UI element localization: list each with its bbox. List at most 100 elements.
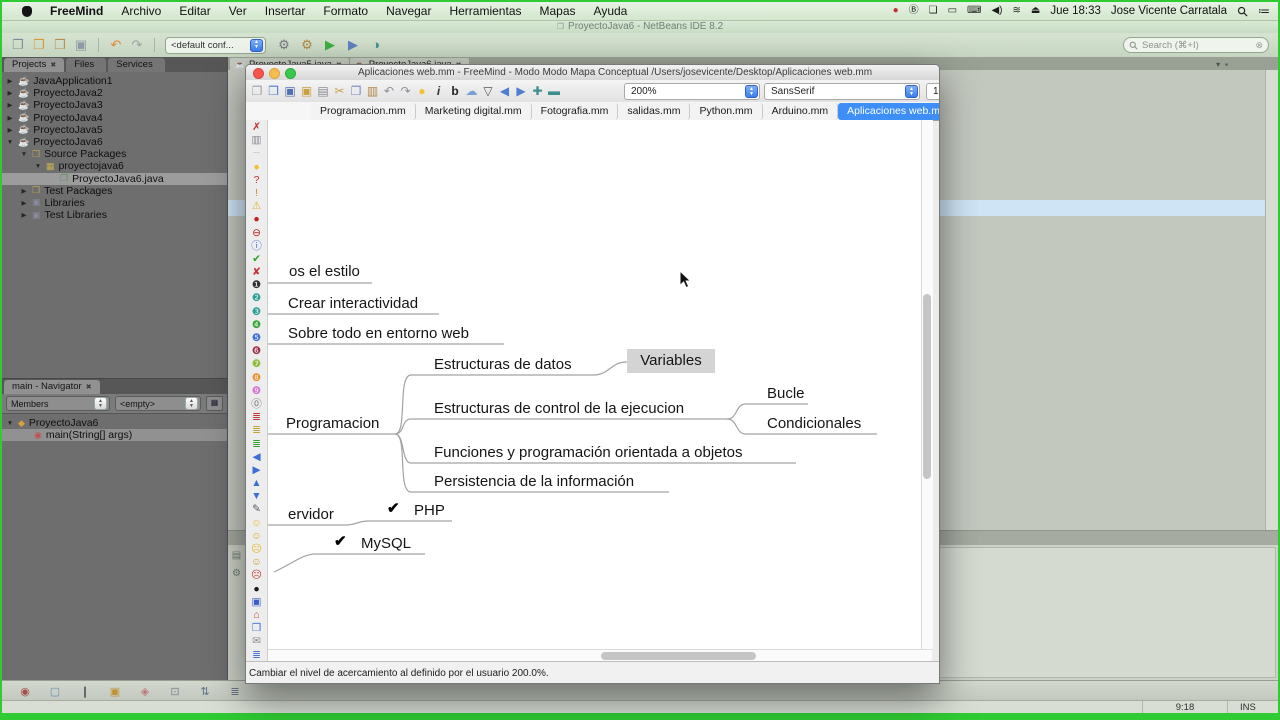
expander-icon[interactable]: ▶: [6, 114, 14, 122]
warning-icon[interactable]: ⚠: [246, 200, 267, 213]
undo-icon[interactable]: ↶: [383, 84, 395, 98]
debug-project-icon[interactable]: ▶: [346, 38, 360, 52]
expander-icon[interactable]: ▼: [6, 420, 14, 427]
quick-search-input[interactable]: Search (⌘+I) ⊗: [1123, 37, 1269, 53]
smiley-happy-icon[interactable]: ☺: [246, 517, 267, 530]
map-tab[interactable]: Programacion.mm: [311, 102, 416, 120]
number-2-icon[interactable]: ❷: [246, 292, 267, 305]
map-tab[interactable]: Fotografia.mm: [531, 102, 619, 120]
panel-tab[interactable]: Files: [66, 58, 107, 72]
italic-icon[interactable]: i: [433, 84, 445, 98]
number-1-icon[interactable]: ❶: [246, 279, 267, 292]
notification-center-icon[interactable]: ≔: [1258, 5, 1270, 17]
panel-tab[interactable]: Services: [108, 58, 165, 72]
tree-row[interactable]: ▶ ☕ ProyectoJava5: [2, 124, 227, 136]
smiley-sad-icon[interactable]: ☹: [246, 543, 267, 556]
freemind-titlebar[interactable]: Aplicaciones web.mm - FreeMind - Modo Mo…: [246, 65, 939, 81]
cut-icon[interactable]: ✂: [334, 84, 346, 98]
number-8-icon[interactable]: ❽: [246, 372, 267, 385]
menubar-menu[interactable]: Herramientas: [440, 4, 530, 18]
tree-row[interactable]: ▼ ❒ Source Packages: [2, 148, 227, 160]
back-icon[interactable]: ◀: [499, 84, 511, 98]
node-php[interactable]: PHP: [414, 502, 445, 519]
menubar-menu[interactable]: Editar: [170, 4, 219, 18]
map-tab[interactable]: Python.mm: [690, 102, 763, 120]
node-crear-interactividad[interactable]: Crear interactividad: [288, 295, 418, 312]
keyboard-icon[interactable]: ⌨: [967, 6, 981, 16]
map-tab[interactable]: salidas.mm: [618, 102, 691, 120]
bomb-icon[interactable]: ●: [246, 583, 267, 596]
open-project-icon[interactable]: ❒: [53, 38, 67, 52]
editor-scrollbar[interactable]: [1265, 70, 1278, 530]
list-attr-icon[interactable]: ≣: [246, 649, 267, 662]
member-icon[interactable]: ◈: [138, 685, 152, 698]
map-tab[interactable]: Aplicaciones web.mm: [838, 102, 939, 120]
output-clear-icon[interactable]: ▤: [232, 550, 241, 561]
tree-row[interactable]: ❐ ProyectoJava6.java: [2, 172, 227, 185]
expander-icon[interactable]: ▶: [6, 126, 14, 134]
tree-row[interactable]: ▶ ☕ JavaApplication1: [2, 75, 227, 87]
node-servidor[interactable]: ervidor: [288, 506, 334, 523]
spotlight-icon[interactable]: [1237, 6, 1248, 17]
arrow-down-icon[interactable]: ▼: [246, 490, 267, 503]
menubar-menu[interactable]: Formato: [314, 4, 377, 18]
build-project-icon[interactable]: ⚙: [277, 38, 291, 52]
tab-close-icon[interactable]: ✖: [86, 383, 92, 391]
undo-icon[interactable]: ↶: [109, 38, 123, 52]
number-3-icon[interactable]: ❸: [246, 306, 267, 319]
new-file-icon[interactable]: ❐: [11, 38, 25, 52]
number-6-icon[interactable]: ❻: [246, 345, 267, 358]
expander-icon[interactable]: ▶: [6, 77, 14, 85]
node-os-el-estilo[interactable]: os el estilo: [289, 263, 360, 280]
smiley-angry-icon[interactable]: ☹: [246, 569, 267, 582]
zoom-in-icon[interactable]: ✚: [532, 84, 544, 98]
navigator-tab[interactable]: main - Navigator ✖: [4, 380, 100, 394]
not-ok-icon[interactable]: ✘: [246, 266, 267, 279]
netbeans-titlebar[interactable]: ❐ ProyectoJava6 - NetBeans IDE 8.2: [2, 19, 1278, 33]
traffic-red-icon[interactable]: ≣: [246, 411, 267, 424]
expander-icon[interactable]: ▶: [6, 101, 14, 109]
volume-icon[interactable]: ◀): [991, 6, 1002, 16]
paste-icon[interactable]: ▥: [367, 84, 379, 98]
menubar-menu[interactable]: Navegar: [377, 4, 440, 18]
wifi-icon[interactable]: ≋: [1013, 6, 1021, 16]
arrow-back-icon[interactable]: ◀: [246, 451, 267, 464]
folder-icon[interactable]: ❒: [246, 622, 267, 635]
node-estructuras-de-datos[interactable]: Estructuras de datos: [434, 356, 572, 373]
node-programacion[interactable]: Programacion: [286, 415, 379, 432]
zoom-out-icon[interactable]: ▬: [548, 84, 560, 98]
no-entry-icon[interactable]: ⊖: [246, 227, 267, 240]
important-icon[interactable]: !: [246, 187, 267, 200]
pencil-icon[interactable]: ✎: [246, 503, 267, 516]
menubar-menu[interactable]: Insertar: [256, 4, 315, 18]
node-bucle[interactable]: Bucle: [767, 385, 805, 402]
idea-icon[interactable]: ●: [416, 84, 428, 98]
tree-row[interactable]: ▼ ◆ ProyectoJava6: [2, 417, 227, 429]
font-size-dropdown[interactable]: 1: [926, 83, 939, 100]
node-condicionales[interactable]: Condicionales: [767, 415, 861, 432]
search-clear-icon[interactable]: ⊗: [1255, 40, 1263, 51]
editor-maximize-icon[interactable]: ▪: [1225, 60, 1228, 69]
info-icon[interactable]: ⓘ: [246, 240, 267, 253]
tree-row[interactable]: ▶ ▣ Test Libraries: [2, 209, 227, 221]
tree-row[interactable]: ▶ ☕ ProyectoJava3: [2, 99, 227, 111]
lock-icon[interactable]: ▣: [108, 685, 122, 698]
smiley-neutral-icon[interactable]: ☺: [246, 530, 267, 543]
menubar-menu[interactable]: FreeMind: [41, 4, 112, 18]
node-variables[interactable]: Variables: [627, 349, 715, 373]
mail-icon[interactable]: ✉: [246, 635, 267, 648]
cloud-icon[interactable]: ☁: [466, 84, 478, 98]
menubar-menu[interactable]: Ver: [220, 4, 256, 18]
forward-icon[interactable]: ▶: [515, 84, 527, 98]
vertical-scrollbar[interactable]: [921, 120, 933, 649]
run-project-icon[interactable]: ▶: [323, 38, 337, 52]
horizontal-scrollbar-thumb[interactable]: [601, 652, 756, 660]
menubar-user[interactable]: Jose Vicente Carratala: [1111, 5, 1227, 17]
breakpoint-icon[interactable]: ◉: [18, 685, 32, 698]
close-window-icon[interactable]: [253, 68, 264, 79]
recorder-icon[interactable]: ●: [893, 6, 899, 16]
save-map-icon[interactable]: ▣: [284, 84, 296, 98]
bold-icon[interactable]: b: [449, 84, 461, 98]
caret-icon[interactable]: ❙: [78, 685, 92, 698]
arrow-forward-icon[interactable]: ▶: [246, 464, 267, 477]
